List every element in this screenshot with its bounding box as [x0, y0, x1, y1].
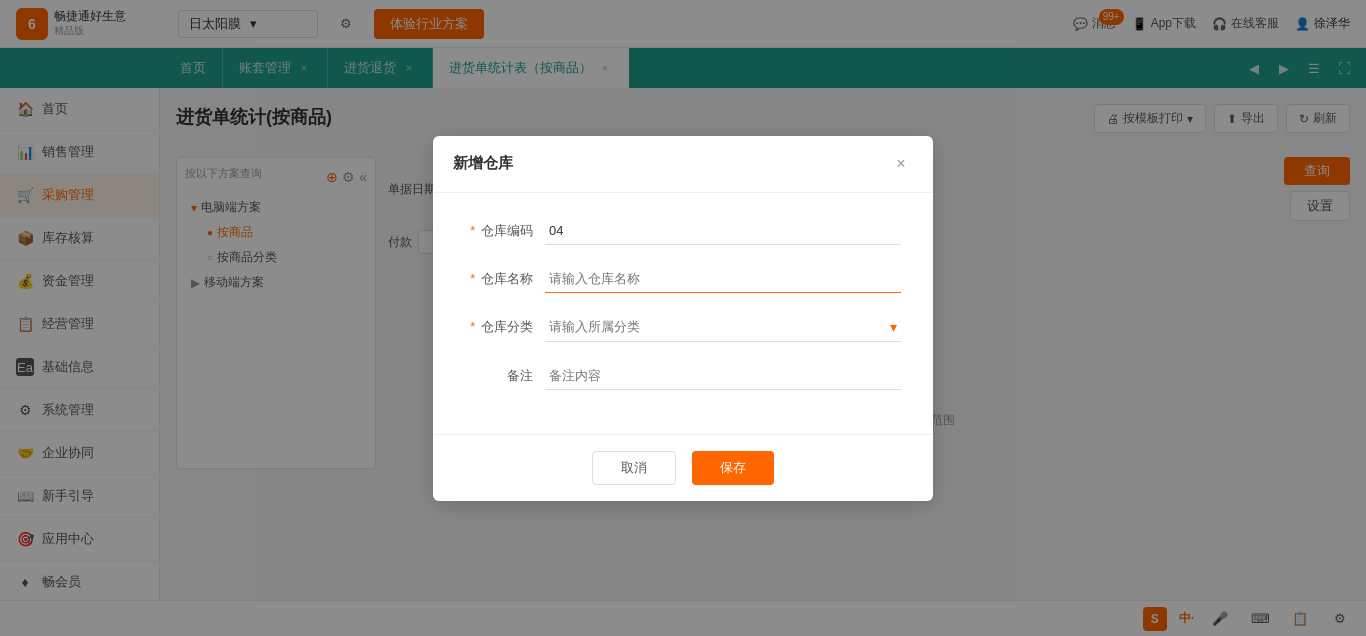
warehouse-category-select[interactable]: ▾ [545, 313, 901, 342]
warehouse-remark-label: 备注 [465, 367, 545, 385]
save-button[interactable]: 保存 [692, 451, 774, 485]
modal-title: 新增仓库 [453, 154, 513, 173]
select-arrow-icon: ▾ [890, 319, 897, 335]
modal-close-button[interactable]: × [889, 152, 913, 176]
warehouse-code-input[interactable] [545, 217, 901, 245]
warehouse-code-field: * 仓库编码 [465, 217, 901, 245]
modal-new-warehouse: 新增仓库 × * 仓库编码 * 仓库名称 [433, 136, 933, 501]
modal-overlay[interactable]: 新增仓库 × * 仓库编码 * 仓库名称 [0, 0, 1366, 636]
modal-footer: 取消 保存 [433, 434, 933, 501]
warehouse-category-field: * 仓库分类 ▾ [465, 313, 901, 342]
warehouse-category-input[interactable] [549, 319, 890, 334]
warehouse-code-label: * 仓库编码 [465, 222, 545, 240]
warehouse-name-label: * 仓库名称 [465, 270, 545, 288]
cancel-button[interactable]: 取消 [592, 451, 676, 485]
modal-body: * 仓库编码 * 仓库名称 * 仓库分类 [433, 193, 933, 434]
warehouse-name-field: * 仓库名称 [465, 265, 901, 293]
warehouse-remark-field: 备注 [465, 362, 901, 390]
warehouse-name-input[interactable] [545, 265, 901, 293]
modal-header: 新增仓库 × [433, 136, 933, 193]
warehouse-category-label: * 仓库分类 [465, 318, 545, 336]
warehouse-remark-input[interactable] [545, 362, 901, 390]
